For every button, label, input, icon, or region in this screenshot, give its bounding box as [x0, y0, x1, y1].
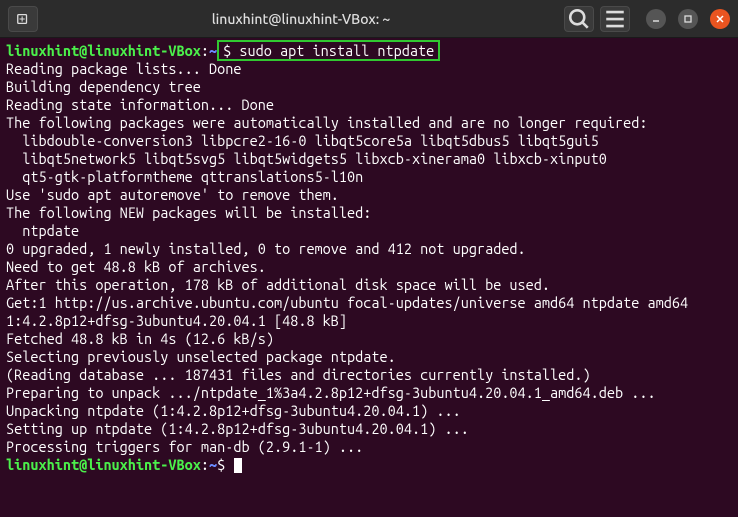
output-line: ntpdate	[6, 222, 732, 240]
output-line: After this operation, 178 kB of addition…	[6, 276, 732, 294]
hamburger-icon	[601, 5, 629, 33]
output-line: libqt5network5 libqt5svg5 libqt5widgets5…	[6, 150, 732, 168]
output-line: Preparing to unpack .../ntpdate_1%3a4.2.…	[6, 384, 732, 402]
prompt-colon: :	[201, 42, 209, 59]
prompt-path: ~	[209, 42, 217, 59]
output-line: The following NEW packages will be insta…	[6, 204, 732, 222]
output-line: Processing triggers for man-db (2.9.1-1)…	[6, 438, 732, 456]
prompt-line-2: linuxhint@linuxhint-VBox:~$	[6, 456, 732, 474]
output-line: (Reading database ... 187431 files and d…	[6, 366, 732, 384]
terminal-content[interactable]: linuxhint@linuxhint-VBox:~$ sudo apt ins…	[0, 38, 738, 517]
prompt-user-host: linuxhint@linuxhint-VBox	[6, 42, 201, 59]
new-tab-icon	[16, 12, 30, 26]
window-controls	[646, 9, 730, 29]
cursor	[234, 458, 242, 473]
titlebar: linuxhint@linuxhint-VBox: ~	[0, 0, 738, 38]
highlighted-command: $ sudo apt install ntpdate	[217, 40, 440, 61]
terminal-window: linuxhint@linuxhint-VBox: ~	[0, 0, 738, 517]
output-line: The following packages were automaticall…	[6, 114, 732, 132]
prompt-colon: :	[201, 456, 209, 473]
prompt-user-host: linuxhint@linuxhint-VBox	[6, 456, 201, 473]
output-line: Selecting previously unselected package …	[6, 348, 732, 366]
output-line: Use 'sudo apt autoremove' to remove them…	[6, 186, 732, 204]
output-line: Setting up ntpdate (1:4.2.8p12+dfsg-3ubu…	[6, 420, 732, 438]
output-line: qt5-gtk-platformtheme qttranslations5-l1…	[6, 168, 732, 186]
minimize-icon	[651, 14, 661, 24]
new-tab-button[interactable]	[8, 6, 38, 32]
prompt-dollar: $	[217, 456, 225, 473]
close-icon	[715, 14, 725, 24]
prompt-line-1: linuxhint@linuxhint-VBox:~$ sudo apt ins…	[6, 42, 732, 60]
output-line: Building dependency tree	[6, 78, 732, 96]
output-line: Need to get 48.8 kB of archives.	[6, 258, 732, 276]
hamburger-menu-button[interactable]	[600, 6, 630, 32]
output-line: Unpacking ntpdate (1:4.2.8p12+dfsg-3ubun…	[6, 402, 732, 420]
output-line: libdouble-conversion3 libpcre2-16-0 libq…	[6, 132, 732, 150]
maximize-icon	[683, 14, 693, 24]
minimize-button[interactable]	[646, 9, 666, 29]
output-line: Reading package lists... Done	[6, 60, 732, 78]
prompt-path: ~	[209, 456, 217, 473]
search-button[interactable]	[564, 6, 594, 32]
output-line: Fetched 48.8 kB in 4s (12.6 kB/s)	[6, 330, 732, 348]
output-line: Reading state information... Done	[6, 96, 732, 114]
output-line: Get:1 http://us.archive.ubuntu.com/ubunt…	[6, 294, 732, 330]
close-button[interactable]	[710, 9, 730, 29]
window-title: linuxhint@linuxhint-VBox: ~	[44, 11, 558, 27]
search-icon	[565, 5, 593, 33]
maximize-button[interactable]	[678, 9, 698, 29]
output-line: 0 upgraded, 1 newly installed, 0 to remo…	[6, 240, 732, 258]
